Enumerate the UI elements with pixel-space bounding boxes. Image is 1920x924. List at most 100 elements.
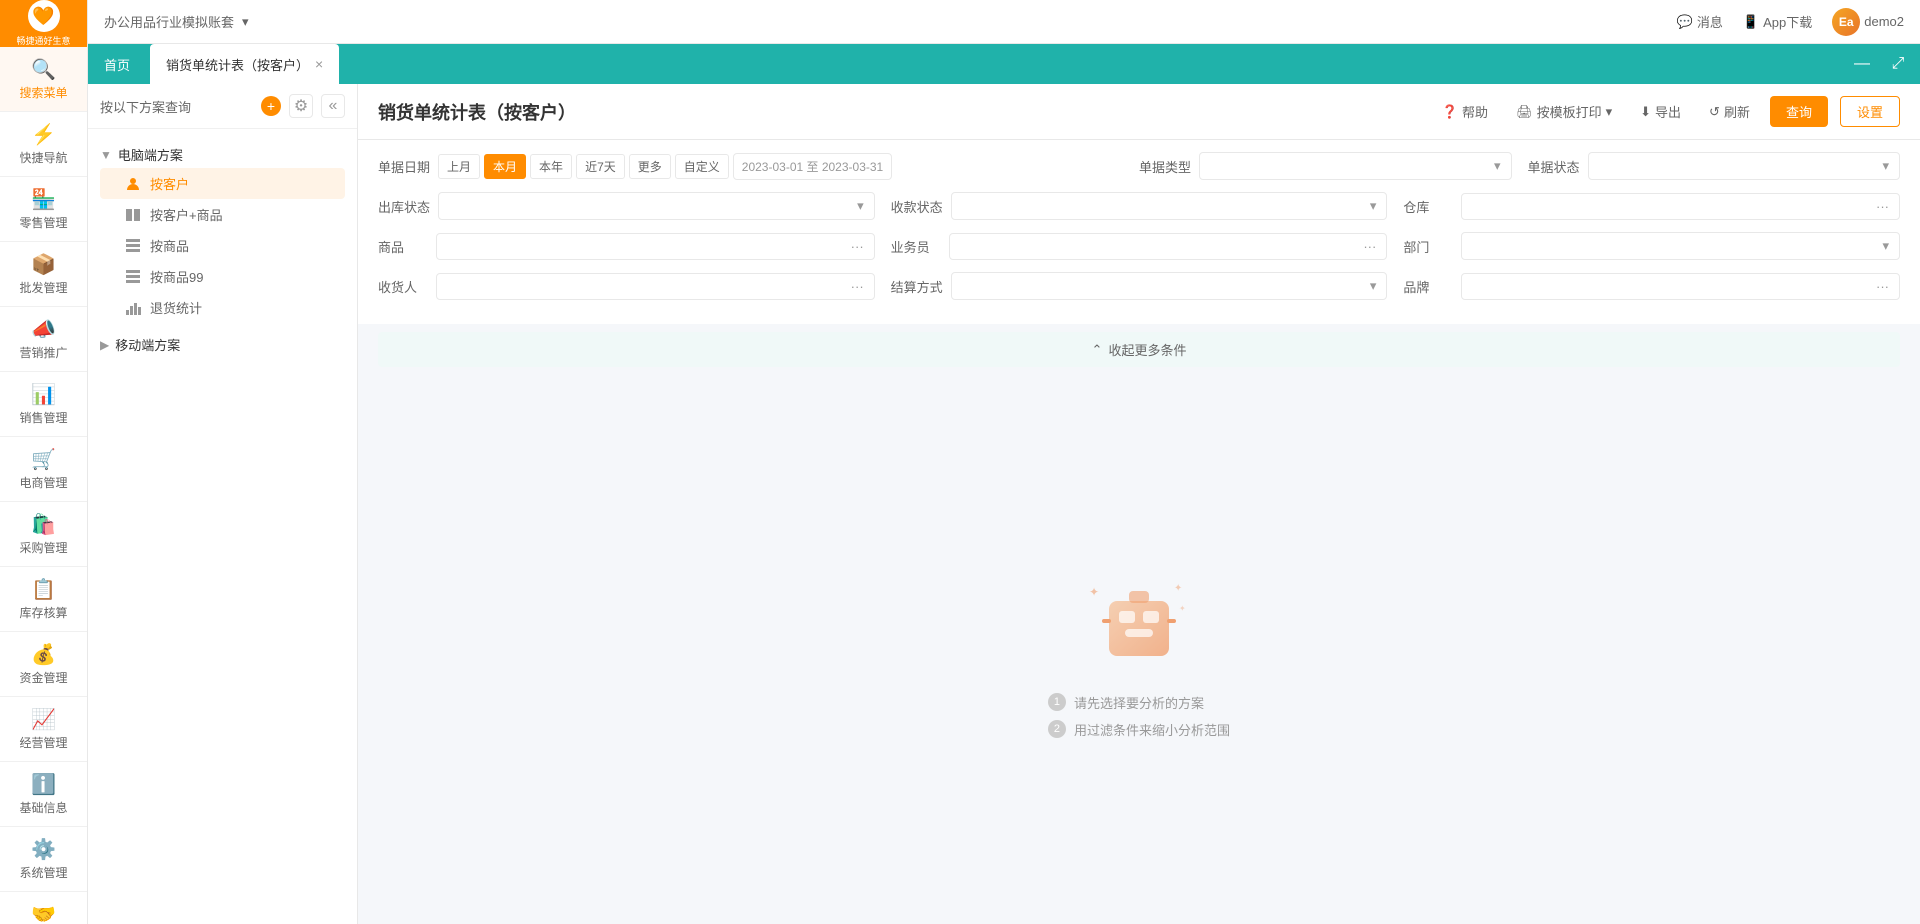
- sidebar-item-system[interactable]: ⚙️ 系统管理: [0, 827, 88, 892]
- salesperson-control[interactable]: ···: [949, 233, 1388, 260]
- sidebar-item-inventory[interactable]: 📋 库存核算: [0, 567, 88, 632]
- mobile-group-header[interactable]: ▶ 移动端方案: [100, 331, 345, 358]
- settlement-dropdown-icon[interactable]: ▾: [1370, 278, 1377, 294]
- doc-type-dropdown-icon[interactable]: ▾: [1494, 158, 1501, 174]
- tab-maximize-button[interactable]: ⤢: [1884, 50, 1912, 78]
- brand-more-icon[interactable]: ···: [1876, 279, 1889, 294]
- msg-button[interactable]: 💬 消息: [1677, 12, 1723, 31]
- date-btn-7days[interactable]: 近7天: [576, 154, 625, 179]
- refresh-button[interactable]: ↺ 刷新: [1701, 98, 1758, 125]
- date-btn-more[interactable]: 更多: [629, 154, 671, 179]
- sidebar-item-basic[interactable]: ℹ️ 基础信息: [0, 762, 88, 827]
- header-left: 办公用品行业模拟账套 ▾: [104, 12, 249, 31]
- sidebar-item-marketing[interactable]: 📣 营销推广: [0, 307, 88, 372]
- desktop-group-header[interactable]: ▼ 电脑端方案: [100, 141, 345, 168]
- warehouse-more-icon[interactable]: ···: [1876, 199, 1889, 214]
- empty-tip-2: 2 用过滤条件来缩小分析范围: [1048, 720, 1230, 739]
- brand-label: 品牌: [1403, 277, 1453, 296]
- salesperson-more-icon[interactable]: ···: [1363, 239, 1376, 254]
- scheme-item-label: 按客户: [150, 174, 189, 193]
- settlement-control[interactable]: ▾: [951, 272, 1388, 300]
- filter-row-2: 出库状态 ▾ 收款状态 ▾ 仓库: [378, 192, 1900, 220]
- mobile-group-label: 移动端方案: [115, 335, 180, 354]
- left-panel-header: 按以下方案查询 + ⚙ «: [88, 84, 357, 129]
- sidebar-item-quick-nav[interactable]: ⚡ 快捷导航: [0, 112, 88, 177]
- finance-icon: 💰: [31, 642, 56, 667]
- collapse-filters-button[interactable]: ⌃ 收起更多条件: [378, 332, 1900, 367]
- help-label: 帮助: [1462, 102, 1488, 121]
- company-name: 办公用品行业模拟账套: [104, 12, 234, 31]
- scheme-item-label: 退货统计: [150, 298, 202, 317]
- tab-close-icon[interactable]: ×: [315, 57, 323, 71]
- sidebar-item-sales[interactable]: 📊 销售管理: [0, 372, 88, 437]
- receiver-more-icon[interactable]: ···: [851, 279, 864, 294]
- help-button[interactable]: ❓ 帮助: [1434, 98, 1496, 125]
- goods-more-icon[interactable]: ···: [851, 239, 864, 254]
- search-menu-icon: 🔍: [31, 57, 56, 82]
- brand-control[interactable]: ···: [1461, 273, 1900, 300]
- pay-status-dropdown-icon[interactable]: ▾: [1370, 198, 1377, 214]
- sidebar-item-search-menu[interactable]: 🔍 搜索菜单: [0, 47, 88, 112]
- settings-scheme-button[interactable]: ⚙: [289, 94, 313, 118]
- query-button[interactable]: 查询: [1770, 96, 1828, 127]
- receiver-control[interactable]: ···: [436, 273, 875, 300]
- sidebar-item-retail[interactable]: 🏪 零售管理: [0, 177, 88, 242]
- filter-settlement: 结算方式 ▾: [891, 272, 1388, 300]
- scheme-item-return-stats[interactable]: 退货统计: [100, 292, 345, 323]
- tab-minimize-button[interactable]: —: [1848, 50, 1876, 78]
- refresh-label: 刷新: [1724, 102, 1750, 121]
- desktop-group-label: 电脑端方案: [118, 145, 183, 164]
- scheme-item-by-customer[interactable]: 按客户: [100, 168, 345, 199]
- filter-pay-status: 收款状态 ▾: [891, 192, 1388, 220]
- department-dropdown-icon[interactable]: ▾: [1882, 238, 1889, 254]
- sidebar-item-operations[interactable]: 📈 经营管理: [0, 697, 88, 762]
- sidebar-item-wholesale[interactable]: 📦 批发管理: [0, 242, 88, 307]
- right-panel: 销货单统计表（按客户） ❓ 帮助 🖨 按模板打印 ▾ ⬇: [358, 84, 1920, 924]
- date-btn-last-month[interactable]: 上月: [438, 154, 480, 179]
- warehouse-label: 仓库: [1403, 197, 1453, 216]
- scheme-item-by-goods-99[interactable]: 按商品99: [100, 261, 345, 292]
- date-btn-custom[interactable]: 自定义: [675, 154, 729, 179]
- export-button[interactable]: ⬇ 导出: [1632, 98, 1689, 125]
- retail-icon: 🏪: [31, 187, 56, 212]
- filter-out-status: 出库状态 ▾: [378, 192, 875, 220]
- user-menu[interactable]: Ea demo2: [1832, 8, 1904, 36]
- doc-type-control[interactable]: ▾: [1199, 152, 1511, 180]
- tip-text-1: 请先选择要分析的方案: [1074, 693, 1204, 712]
- header-right: 💬 消息 📱 App下载 Ea demo2: [1677, 8, 1904, 36]
- sidebar-item-ecommerce[interactable]: 🛒 电商管理: [0, 437, 88, 502]
- settings-button[interactable]: 设置: [1840, 96, 1900, 127]
- sidebar-item-label: 零售管理: [19, 214, 67, 231]
- dropdown-icon[interactable]: ▾: [242, 14, 249, 30]
- scheme-item-by-goods[interactable]: 按商品: [100, 230, 345, 261]
- tab-report[interactable]: 销货单统计表（按客户） ×: [150, 44, 339, 84]
- pay-status-control[interactable]: ▾: [951, 192, 1388, 220]
- sidebar-item-purchase[interactable]: 🛍️ 采购管理: [0, 502, 88, 567]
- doc-status-control[interactable]: ▾: [1588, 152, 1900, 180]
- sidebar-item-label: 资金管理: [19, 669, 67, 686]
- out-status-control[interactable]: ▾: [438, 192, 875, 220]
- sidebar-item-label: 经营管理: [19, 734, 67, 751]
- system-icon: ⚙️: [31, 837, 56, 862]
- scheme-item-by-customer-goods[interactable]: 按客户+商品: [100, 199, 345, 230]
- doc-status-dropdown-icon[interactable]: ▾: [1882, 158, 1889, 174]
- main-area: 办公用品行业模拟账套 ▾ 💬 消息 📱 App下载 Ea demo2 首页 销货…: [88, 0, 1920, 924]
- warehouse-control[interactable]: ···: [1461, 193, 1900, 220]
- print-button[interactable]: 🖨 按模板打印 ▾: [1508, 98, 1620, 125]
- date-btn-this-year[interactable]: 本年: [530, 154, 572, 179]
- tab-home[interactable]: 首页: [88, 44, 146, 84]
- print-dropdown-icon[interactable]: ▾: [1606, 104, 1613, 120]
- sidebar-item-finance[interactable]: 💰 资金管理: [0, 632, 88, 697]
- app-download-button[interactable]: 📱 App下载: [1743, 12, 1812, 31]
- empty-state-icon: ✦ ✦ ✦: [1079, 561, 1199, 681]
- out-status-dropdown-icon[interactable]: ▾: [857, 198, 864, 214]
- collapse-panel-button[interactable]: «: [321, 94, 345, 118]
- sidebar-item-enterprise[interactable]: 🤝 企业协同: [0, 892, 88, 924]
- goods-control[interactable]: ···: [436, 233, 875, 260]
- msg-label: 消息: [1697, 12, 1723, 31]
- add-scheme-button[interactable]: +: [261, 96, 281, 116]
- date-range-input[interactable]: 2023-03-01 至 2023-03-31: [733, 153, 892, 180]
- date-btn-this-month[interactable]: 本月: [484, 154, 526, 179]
- by-goods-99-icon: [124, 268, 142, 286]
- department-control[interactable]: ▾: [1461, 232, 1900, 260]
